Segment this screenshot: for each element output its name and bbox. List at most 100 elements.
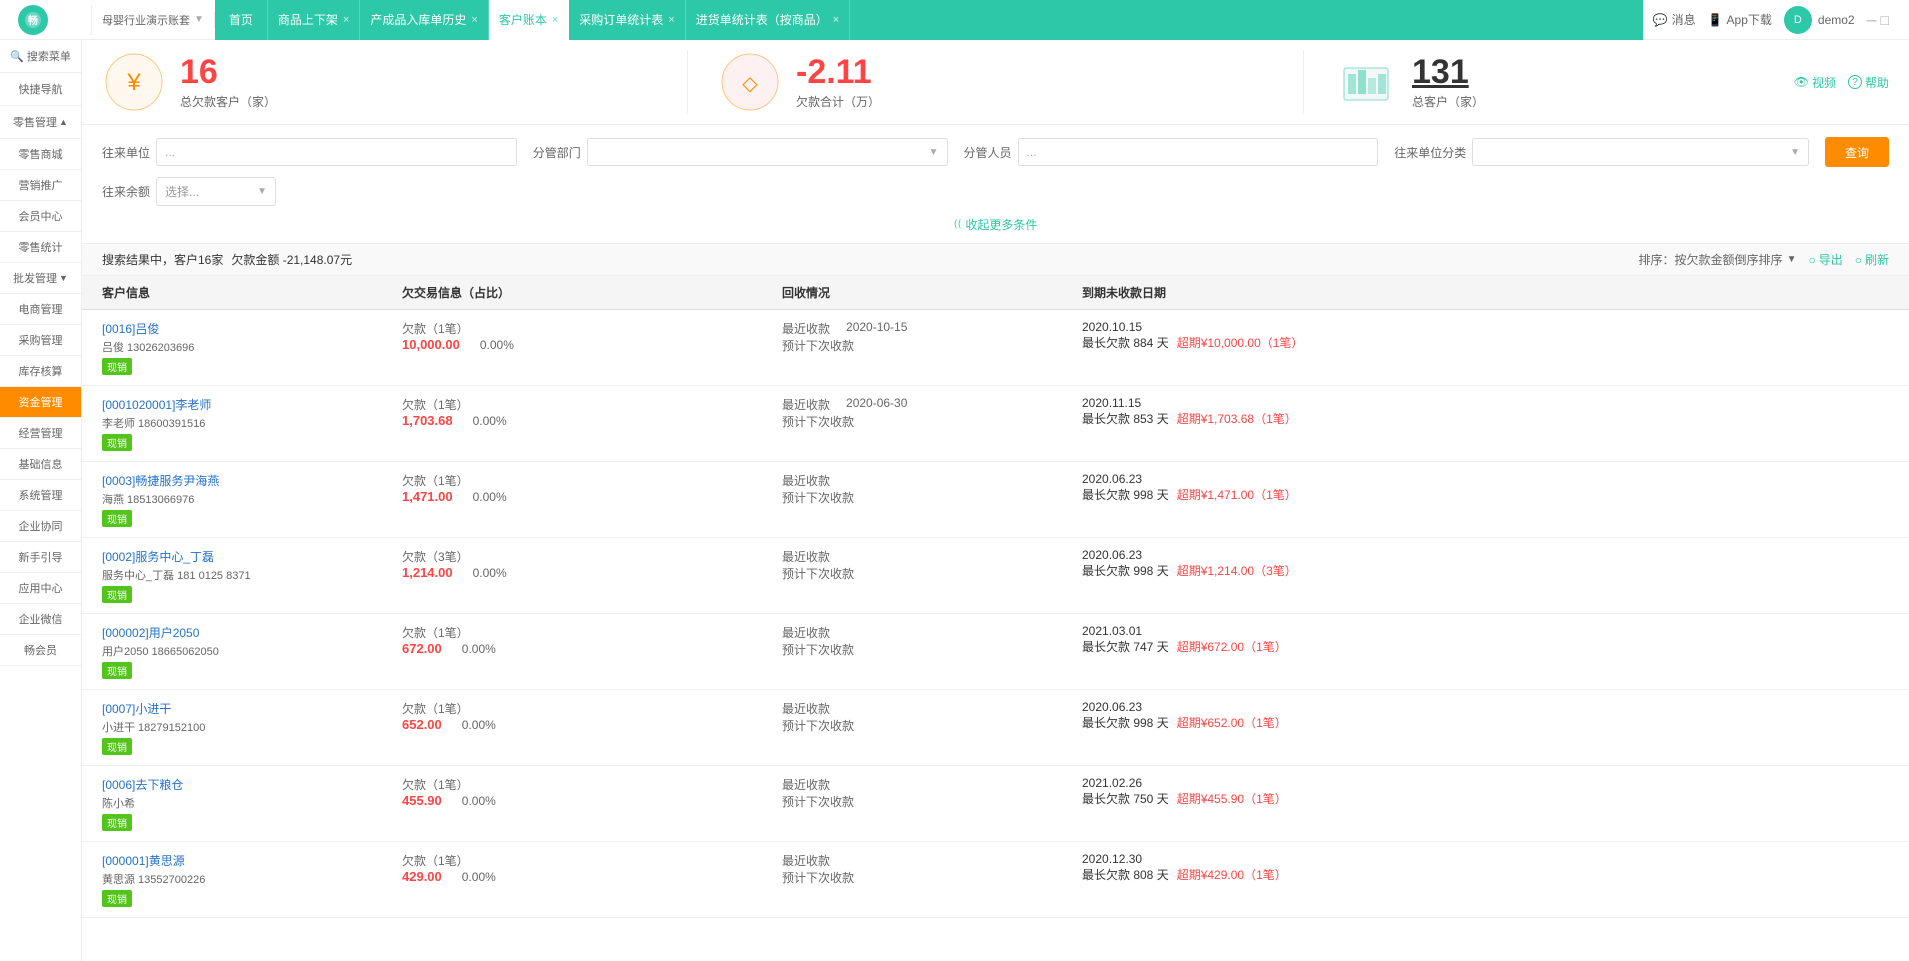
tab-home[interactable]: 首页 [215,0,268,40]
from-unit-input[interactable]: ... [156,138,517,166]
table-row: [0001020001]李老师 李老师 18600391516 现销 欠款（1笔… [82,386,1909,462]
sidebar-item-member[interactable]: 会员中心 [0,201,81,232]
stat-card-debt-customers: ¥ 16 总欠款客户（家） [102,50,688,114]
dept-chevron-icon: ▼ [929,147,939,158]
customer-name-link[interactable]: [000001]黄思源 [102,852,402,869]
debt-amount: 1,471.00 [402,489,453,504]
balance-select[interactable]: 选择... ▼ [156,177,276,206]
refresh-btn[interactable]: ○ 刷新 [1855,251,1889,268]
user-area[interactable]: D demo2 [1784,6,1855,34]
message-icon: 💬 [1653,13,1668,27]
stat-card-debt-total: ◇ -2.11 欠款合计（万） [688,50,1304,114]
tab-close-icon[interactable]: × [471,14,477,26]
customer-name-link[interactable]: [0007]小进干 [102,700,402,717]
sidebar-item-retail-mall[interactable]: 零售商城 [0,139,81,170]
sidebar-item-collab[interactable]: 企业协同 [0,511,81,542]
stat-number-debt-total: -2.11 [796,55,880,89]
from-unit-label: 往来单位 [102,144,150,161]
col-header-customer: 客户信息 [102,284,402,301]
message-btn[interactable]: 💬 消息 [1653,11,1696,28]
dept-label: 分管部门 [533,144,581,161]
search-icon: 🔍 [10,50,24,63]
sidebar-item-finance[interactable]: 资金管理 [0,387,81,418]
customer-name-link[interactable]: [0002]服务中心_丁磊 [102,548,402,565]
customer-tag: 现销 [102,358,132,375]
overdue-amount-link[interactable]: 超期¥1,471.00（1笔） [1177,486,1297,503]
minimize-icon[interactable]: ─ [1867,12,1877,28]
overdue-amount-link[interactable]: 超期¥1,703.68（1笔） [1177,410,1297,427]
tab-products[interactable]: 商品上下架 × [268,0,360,40]
debt-cell: 欠款（1笔） 672.00 0.00% [402,624,782,679]
sidebar-item-vip[interactable]: 畅会员 [0,635,81,666]
sidebar-item-retail-stats[interactable]: 零售统计 [0,232,81,263]
table-row: [0006]去下粮仓 陈小希 现销 欠款（1笔） 455.90 0.00% 最 [82,766,1909,842]
sidebar-item-search-menu[interactable]: 🔍 搜索菜单 [0,40,81,73]
sidebar-item-basic-info[interactable]: 基础信息 [0,449,81,480]
debt-amount: 10,000.00 [402,337,460,352]
export-btn[interactable]: ○ 导出 [1808,251,1842,268]
sidebar-item-app-center[interactable]: 应用中心 [0,573,81,604]
overdue-amount-link[interactable]: 超期¥1,214.00（3笔） [1177,562,1297,579]
overdue-cell: 2020.06.23 最长欠款 998 天 超期¥1,214.00（3笔） [1082,548,1889,603]
sidebar-item-wholesale[interactable]: 批发管理 ▼ [0,263,81,294]
overdue-amount-link[interactable]: 超期¥455.90（1笔） [1177,790,1287,807]
overdue-cell: 2020.06.23 最长欠款 998 天 超期¥652.00（1笔） [1082,700,1889,755]
overdue-amount-link[interactable]: 超期¥652.00（1笔） [1177,714,1287,731]
tab-purchase-order[interactable]: 采购订单统计表 × [569,0,685,40]
customer-cell: [0007]小进干 小进干 18279152100 现销 [102,700,402,755]
overdue-cell: 2021.03.01 最长欠款 747 天 超期¥672.00（1笔） [1082,624,1889,679]
chevron-down-icon: ▲ [59,117,68,127]
tab-close-icon[interactable]: × [343,14,349,26]
debt-amount: 652.00 [402,717,442,732]
sidebar-item-guide[interactable]: 新手引导 [0,542,81,573]
tab-purchase-stats[interactable]: 进货单统计表（按商品） × [686,0,850,40]
customer-name-link[interactable]: [0006]去下粮仓 [102,776,402,793]
collapse-btn[interactable]: ⟨⟨ 收起更多条件 [954,216,1038,233]
overdue-amount-link[interactable]: 超期¥672.00（1笔） [1177,638,1287,655]
customer-tag: 现销 [102,662,132,679]
help-btn[interactable]: ? 帮助 [1848,74,1889,91]
sidebar-item-quick-nav[interactable]: 快捷导航 [0,73,81,106]
customer-phone: 服务中心_丁磊 181 0125 8371 [102,567,402,583]
query-button[interactable]: 查询 [1825,137,1889,167]
sidebar-item-purchase[interactable]: 采购管理 [0,325,81,356]
stats-row: ¥ 16 总欠款客户（家） ◇ [82,40,1909,125]
debt-amount: 455.90 [402,793,442,808]
stat-actions: 👁 视频 ? 帮助 [1794,74,1889,91]
maximize-icon[interactable]: □ [1881,12,1889,28]
customer-cell: [0016]吕俊 吕俊 13026203696 现销 [102,320,402,375]
customer-name-link[interactable]: [000002]用户2050 [102,624,402,641]
tab-stock-history[interactable]: 产成品入库单历史 × [360,0,488,40]
app-download-btn[interactable]: 📱 App下载 [1708,11,1772,28]
tab-close-icon[interactable]: × [833,14,839,26]
sidebar-item-inventory[interactable]: 库存核算 [0,356,81,387]
tab-close-icon[interactable]: × [668,14,674,26]
unit-class-select[interactable]: ▼ [1472,138,1809,166]
tab-customer-account[interactable]: 客户账本 × [489,0,569,40]
customer-name-link[interactable]: [0001020001]李老师 [102,396,402,413]
store-chevron-icon: ▼ [194,14,204,25]
stat-number-total-customers[interactable]: 131 [1412,55,1484,89]
sidebar-item-retail-mgmt[interactable]: 零售管理 ▲ [0,106,81,139]
sidebar-item-marketing[interactable]: 营销推广 [0,170,81,201]
sidebar-item-ecommerce[interactable]: 电商管理 [0,294,81,325]
dept-select[interactable]: ▼ [587,138,948,166]
debt-pct: 0.00% [462,794,496,808]
store-selector[interactable]: 母婴行业演示账套 ▼ [92,12,215,28]
view-btn[interactable]: 👁 视频 [1794,74,1836,91]
sidebar-item-system[interactable]: 系统管理 [0,480,81,511]
customer-name-link[interactable]: [0003]畅捷服务尹海燕 [102,472,402,489]
debt-label: 欠款（3笔） [402,548,782,565]
overdue-amount-link[interactable]: 超期¥10,000.00（1笔） [1177,334,1304,351]
sidebar-item-operation[interactable]: 经营管理 [0,418,81,449]
table-container: 客户信息 欠交易信息（占比） 回收情况 到期未收款日期 [0016]吕俊 吕俊 … [82,276,1909,961]
tab-close-icon[interactable]: × [552,14,558,26]
sidebar-item-wechat[interactable]: 企业微信 [0,604,81,635]
recovery-cell: 最近收款 预计下次收款 [782,852,1082,907]
eye-icon: 👁 [1794,75,1809,89]
debt-cell: 欠款（1笔） 652.00 0.00% [402,700,782,755]
overdue-amount-link[interactable]: 超期¥429.00（1笔） [1177,866,1287,883]
customer-name-link[interactable]: [0016]吕俊 [102,320,402,337]
person-input[interactable]: ... [1018,138,1379,166]
sort-selector[interactable]: 排序：按欠款金额倒序排序 ▼ [1639,251,1797,268]
